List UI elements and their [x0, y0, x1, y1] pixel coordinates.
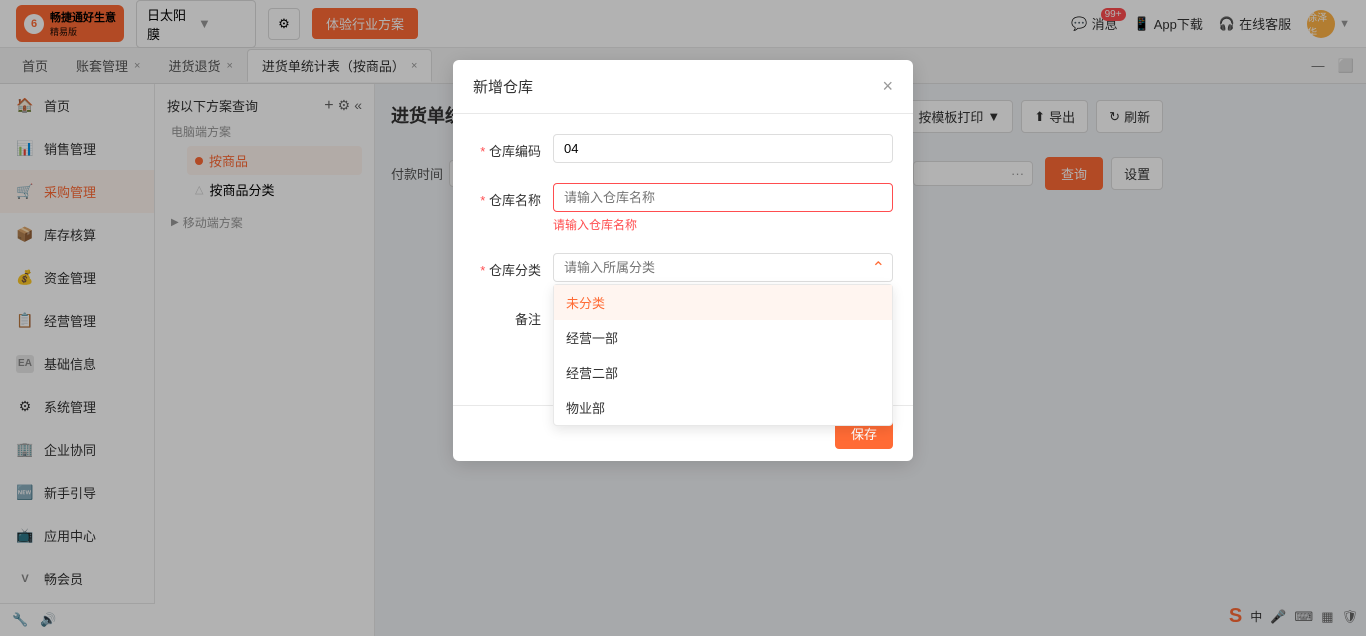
remark-label: 备注	[473, 302, 553, 328]
dropdown-item-dept3[interactable]: 物业部	[554, 390, 892, 425]
name-field-row: * 仓库名称 请输入仓库名称	[473, 183, 893, 233]
modal-title: 新增仓库	[473, 76, 533, 97]
category-input[interactable]	[553, 253, 893, 282]
category-arrow-icon[interactable]: ⌃	[872, 258, 885, 278]
name-label: * 仓库名称	[473, 183, 553, 209]
name-input-wrap: 请输入仓库名称	[553, 183, 893, 233]
name-error-msg: 请输入仓库名称	[553, 216, 893, 233]
dropdown-item-dept1[interactable]: 经营一部	[554, 320, 892, 355]
category-field-row: * 仓库分类 ⌃ 未分类 经营一部 经营二部 物业部	[473, 253, 893, 282]
code-field-row: * 仓库编码	[473, 134, 893, 163]
category-label: * 仓库分类	[473, 253, 553, 279]
modal-body: * 仓库编码 * 仓库名称 请输入仓库名称	[453, 114, 913, 405]
modal-header: 新增仓库 ×	[453, 60, 913, 114]
dropdown-item-dept2[interactable]: 经营二部	[554, 355, 892, 390]
code-label: * 仓库编码	[473, 134, 553, 160]
category-dropdown: 未分类 经营一部 经营二部 物业部	[553, 284, 893, 426]
code-input[interactable]	[553, 134, 893, 163]
modal-close-button[interactable]: ×	[882, 76, 893, 97]
add-warehouse-modal: 新增仓库 × * 仓库编码 * 仓库名称	[453, 60, 913, 461]
category-input-wrap: ⌃ 未分类 经营一部 经营二部 物业部	[553, 253, 893, 282]
dropdown-item-none[interactable]: 未分类	[554, 285, 892, 320]
name-input[interactable]	[553, 183, 893, 212]
modal-overlay: 新增仓库 × * 仓库编码 * 仓库名称	[0, 0, 1366, 636]
code-input-wrap	[553, 134, 893, 163]
